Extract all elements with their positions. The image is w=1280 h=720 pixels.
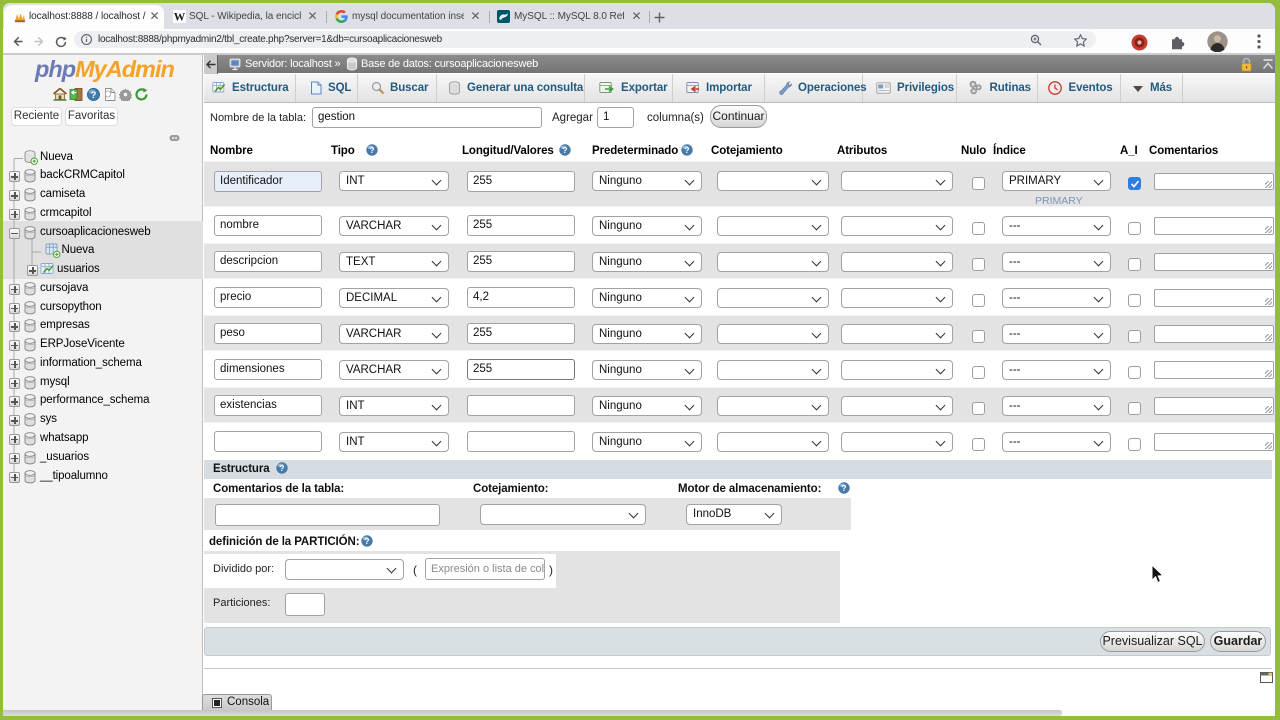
svg-text:?: ? — [91, 90, 97, 101]
svg-text:W: W — [174, 12, 186, 24]
